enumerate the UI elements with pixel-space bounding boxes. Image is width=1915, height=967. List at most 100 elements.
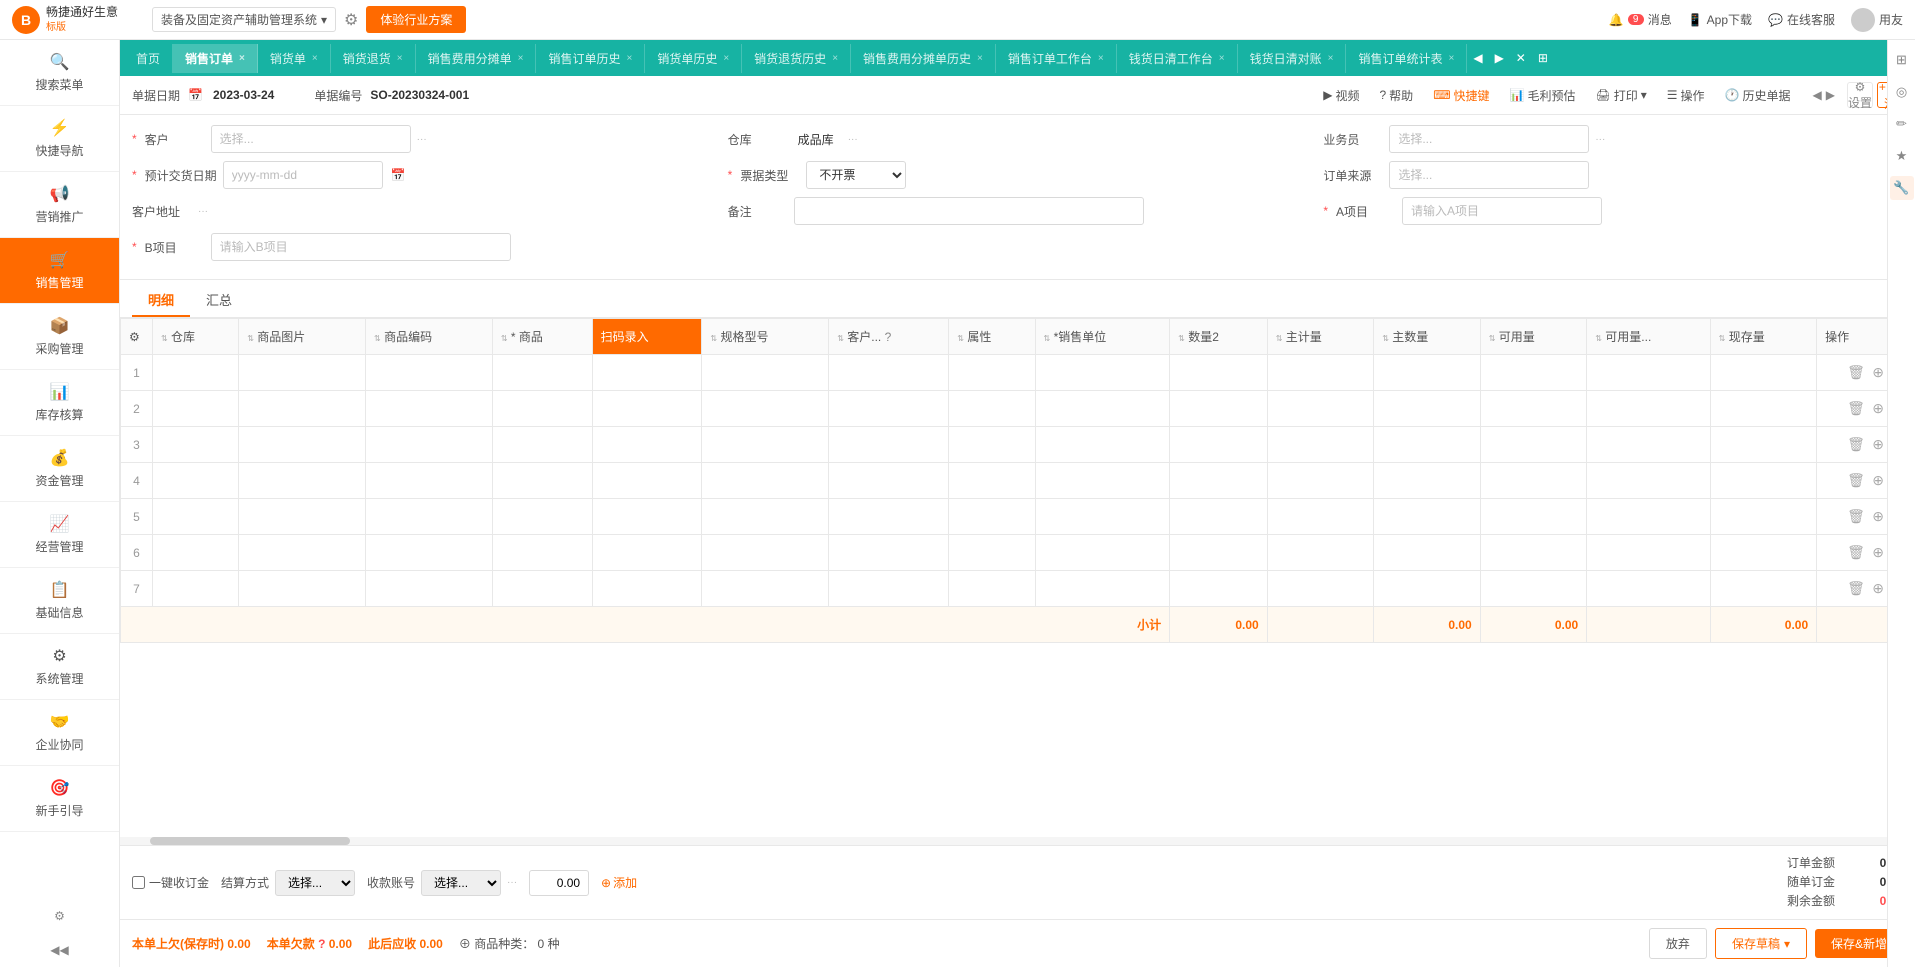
sidebar-item-navigation[interactable]: ⚡ 快捷导航 bbox=[0, 106, 119, 172]
one-click-deposit-checkbox[interactable]: 一键收订金 bbox=[132, 874, 209, 891]
calendar-icon[interactable]: 📅 bbox=[188, 88, 203, 102]
tab-home[interactable]: 首页 bbox=[124, 44, 173, 73]
row-copy-btn-6[interactable]: ⊕ bbox=[1870, 542, 1886, 562]
user-avatar-area[interactable]: 用友 bbox=[1851, 8, 1903, 32]
tab-sales-order-history[interactable]: 销售订单历史 × bbox=[536, 44, 645, 73]
delivery-date-input[interactable] bbox=[223, 161, 383, 189]
tab-close-all-btn[interactable]: ✕ bbox=[1510, 47, 1532, 69]
tab-sales-order[interactable]: 销售订单 × bbox=[173, 44, 258, 73]
sidebar-item-inventory[interactable]: 📊 库存核算 bbox=[0, 370, 119, 436]
sidebar-item-operations[interactable]: 📈 经营管理 bbox=[0, 502, 119, 568]
row-delete-btn-7[interactable]: 🗑 bbox=[1845, 578, 1867, 598]
print-dropdown-icon[interactable]: ▾ bbox=[1641, 88, 1647, 102]
tab-sales-stats[interactable]: 销售订单统计表 × bbox=[1346, 44, 1467, 73]
customer-more-icon[interactable]: ··· bbox=[417, 134, 427, 145]
sidebar-item-marketing[interactable]: 📢 营销推广 bbox=[0, 172, 119, 238]
row-delete-btn-3[interactable]: 🗑 bbox=[1845, 434, 1867, 454]
settlement-select[interactable]: 选择... bbox=[275, 870, 355, 896]
warehouse-more-icon[interactable]: ··· bbox=[848, 134, 858, 145]
help-btn[interactable]: ? 帮助 bbox=[1373, 85, 1419, 106]
sidebar-item-finance[interactable]: 💰 资金管理 bbox=[0, 436, 119, 502]
print-btn[interactable]: 🖨 打印 ▾ bbox=[1590, 85, 1653, 106]
next-record-icon[interactable]: ▶ bbox=[1826, 88, 1835, 102]
right-panel-icon-4[interactable]: ★ bbox=[1890, 144, 1914, 168]
b-project-input[interactable] bbox=[211, 233, 511, 261]
account-select[interactable]: 选择... bbox=[421, 870, 501, 896]
tab-sales-invoice[interactable]: 销货单 × bbox=[258, 44, 331, 73]
sidebar-settings-icon[interactable]: ⚙ bbox=[0, 899, 119, 933]
sidebar-item-basic-info[interactable]: 📋 基础信息 bbox=[0, 568, 119, 634]
tab-sales-return[interactable]: 销货退货 × bbox=[331, 44, 416, 73]
profit-preview-btn[interactable]: 📊 毛利预估 bbox=[1504, 85, 1582, 106]
tab-close-icon-12[interactable]: × bbox=[1448, 53, 1454, 64]
tab-close-icon-5[interactable]: × bbox=[626, 53, 632, 64]
deposit-checkbox-input[interactable] bbox=[132, 876, 145, 889]
salesperson-more-icon[interactable]: ··· bbox=[1595, 134, 1605, 145]
tab-close-icon-6[interactable]: × bbox=[723, 53, 729, 64]
tab-close-icon-2[interactable]: × bbox=[312, 53, 318, 64]
notification-bell[interactable]: 🔔 9 消息 bbox=[1609, 11, 1672, 28]
add-deposit-btn[interactable]: ⊕ 添加 bbox=[601, 874, 637, 891]
deposit-amount-input[interactable] bbox=[529, 870, 589, 896]
tab-menu-btn[interactable]: ⊞ bbox=[1532, 47, 1554, 69]
address-more-icon[interactable]: ··· bbox=[198, 206, 208, 217]
tab-close-icon-11[interactable]: × bbox=[1328, 53, 1334, 64]
tab-close-icon-3[interactable]: × bbox=[397, 53, 403, 64]
shortcut-keys-btn[interactable]: ⌨ 快捷键 bbox=[1427, 85, 1495, 106]
right-panel-icon-3[interactable]: ✏ bbox=[1890, 112, 1914, 136]
tab-close-icon-10[interactable]: × bbox=[1219, 53, 1225, 64]
scroll-thumb[interactable] bbox=[150, 837, 350, 845]
save-draft-btn[interactable]: 保存草稿 ▾ bbox=[1715, 928, 1807, 959]
row-copy-btn-7[interactable]: ⊕ bbox=[1870, 578, 1886, 598]
tab-sales-expense[interactable]: 销售费用分摊单 × bbox=[416, 44, 537, 73]
settings-gear-icon[interactable]: ⚙ bbox=[344, 10, 358, 30]
calendar2-icon[interactable]: 📅 bbox=[391, 168, 406, 182]
right-panel-icon-2[interactable]: ◎ bbox=[1890, 80, 1914, 104]
a-project-input[interactable] bbox=[1402, 197, 1602, 225]
tab-close-icon-9[interactable]: × bbox=[1098, 53, 1104, 64]
row-delete-btn-2[interactable]: 🗑 bbox=[1845, 398, 1867, 418]
sidebar-item-system[interactable]: ⚙ 系统管理 bbox=[0, 634, 119, 700]
system-name-dropdown[interactable]: 装备及固定资产辅助管理系统 ▾ bbox=[152, 7, 336, 32]
order-source-input[interactable] bbox=[1389, 161, 1589, 189]
remarks-input[interactable] bbox=[794, 197, 1144, 225]
tab-prev-btn[interactable]: ◀ bbox=[1467, 47, 1488, 69]
row-delete-btn-4[interactable]: 🗑 bbox=[1845, 470, 1867, 490]
sub-tab-summary[interactable]: 汇总 bbox=[190, 284, 248, 317]
customer-input[interactable] bbox=[211, 125, 411, 153]
history-order-btn[interactable]: 🕐 历史单据 bbox=[1719, 85, 1797, 106]
tab-workbench[interactable]: 销售订单工作台 × bbox=[996, 44, 1117, 73]
row-delete-btn-6[interactable]: 🗑 bbox=[1845, 542, 1867, 562]
tab-close-icon[interactable]: × bbox=[239, 53, 245, 64]
col-scan-input[interactable]: 扫码录入 bbox=[592, 319, 702, 355]
row-delete-btn-1[interactable]: 🗑 bbox=[1845, 362, 1867, 382]
sidebar-collapse-icon[interactable]: ◀◀ bbox=[0, 933, 119, 967]
tab-close-icon-8[interactable]: × bbox=[977, 53, 983, 64]
invoice-type-select[interactable]: 不开票 bbox=[806, 161, 906, 189]
view-video-btn[interactable]: ▶ 视频 bbox=[1317, 85, 1365, 106]
horizontal-scrollbar[interactable] bbox=[120, 837, 1915, 845]
tab-close-icon-7[interactable]: × bbox=[832, 53, 838, 64]
industry-btn[interactable]: 体验行业方案 bbox=[366, 6, 466, 33]
settings-setup-btn[interactable]: ⚙ 设置 bbox=[1847, 82, 1873, 108]
sidebar-item-search[interactable]: 🔍 搜索菜单 bbox=[0, 40, 119, 106]
sidebar-item-sales[interactable]: 🛒 销售管理 bbox=[0, 238, 119, 304]
row-copy-btn-3[interactable]: ⊕ bbox=[1870, 434, 1886, 454]
tab-expense-history[interactable]: 销售费用分摊单历史 × bbox=[851, 44, 996, 73]
app-download[interactable]: 📱 App下载 bbox=[1688, 11, 1752, 28]
save-draft-dropdown-icon[interactable]: ▾ bbox=[1784, 937, 1790, 951]
prev-record-icon[interactable]: ◀ bbox=[1813, 88, 1822, 102]
tab-cashflow-reconcile[interactable]: 钱货日清对账 × bbox=[1238, 44, 1347, 73]
sub-tab-detail[interactable]: 明细 bbox=[132, 284, 190, 317]
sidebar-item-guide[interactable]: 🎯 新手引导 bbox=[0, 766, 119, 832]
account-more-icon[interactable]: ··· bbox=[507, 877, 517, 888]
row-copy-btn-2[interactable]: ⊕ bbox=[1870, 398, 1886, 418]
tab-next-btn[interactable]: ▶ bbox=[1489, 47, 1510, 69]
operations-btn[interactable]: ☰ 操作 bbox=[1661, 85, 1711, 106]
online-service[interactable]: 💬 在线客服 bbox=[1768, 11, 1835, 28]
right-panel-icon-5[interactable]: 🔧 bbox=[1890, 176, 1914, 200]
row-copy-btn-5[interactable]: ⊕ bbox=[1870, 506, 1886, 526]
sidebar-item-collaboration[interactable]: 🤝 企业协同 bbox=[0, 700, 119, 766]
sidebar-item-purchase[interactable]: 📦 采购管理 bbox=[0, 304, 119, 370]
row-copy-btn-1[interactable]: ⊕ bbox=[1870, 362, 1886, 382]
